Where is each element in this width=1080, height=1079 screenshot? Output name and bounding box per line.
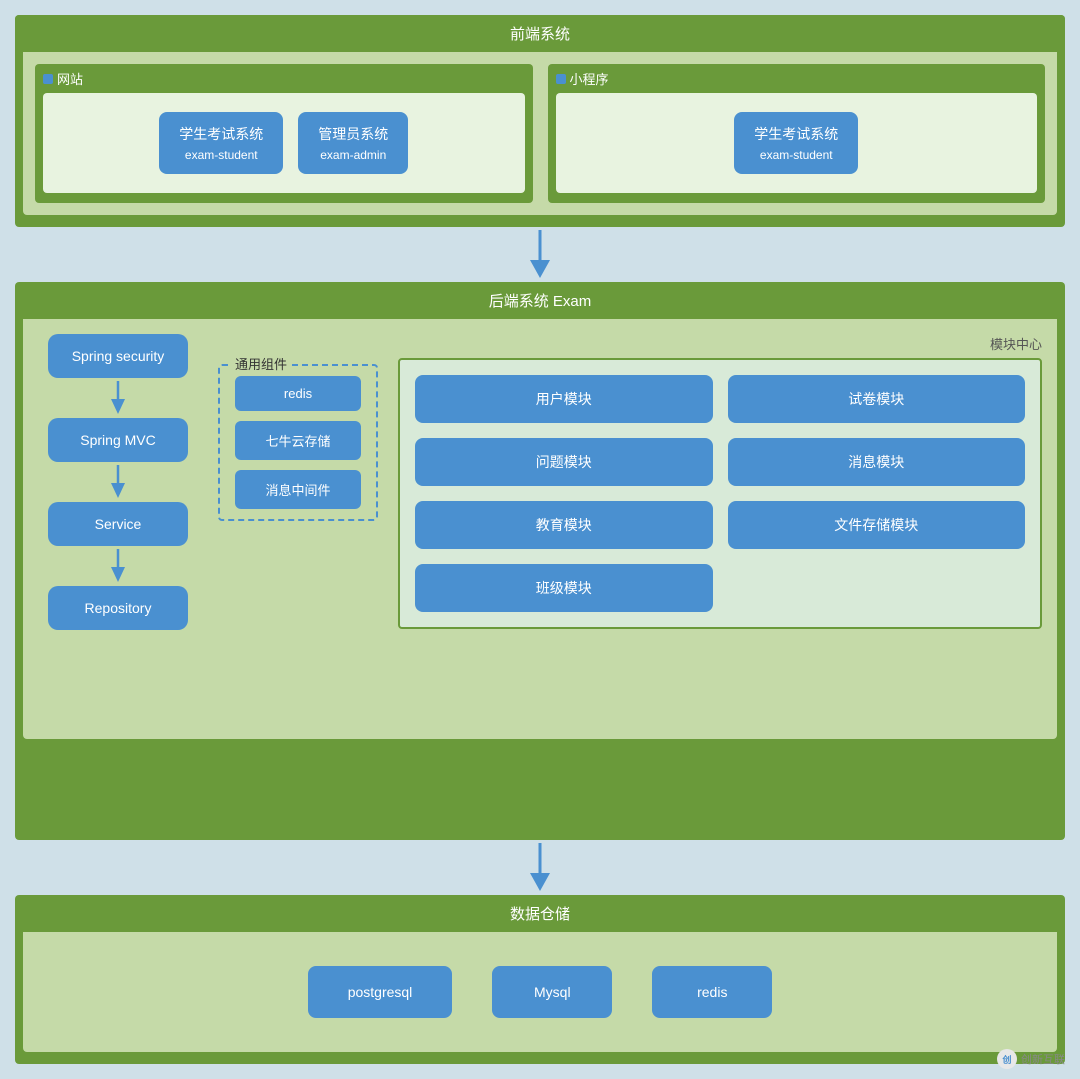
flow-arrow-1 (108, 378, 128, 418)
service-box: Service (48, 502, 188, 546)
module-center: 模块中心 用户模块 试卷模块 问题模块 消息模块 教育模块 文件存储模块 班级模… (398, 334, 1042, 724)
data-body: postgresql Mysql redis (23, 932, 1057, 1052)
backend-title: 后端系统 Exam (15, 282, 1065, 319)
arrow-backend-data (15, 840, 1065, 895)
frontend-title: 前端系统 (15, 15, 1065, 52)
website-subsystem: 网站 学生考试系统 exam-student 管理员系统 exam-admin (35, 64, 533, 203)
redis-item: redis (235, 376, 361, 411)
spring-mvc-box: Spring MVC (48, 418, 188, 462)
common-label: 通用组件 (230, 354, 292, 373)
website-dot (43, 74, 53, 84)
flow-arrow-2 (108, 462, 128, 502)
message-module: 消息模块 (728, 438, 1026, 486)
frontend-section: 前端系统 网站 学生考试系统 exam-student 管理员系统 exam-a… (15, 15, 1065, 227)
watermark-icon: 创 (997, 1049, 1017, 1069)
repository-box: Repository (48, 586, 188, 630)
education-module: 教育模块 (415, 501, 713, 549)
miniapp-body: 学生考试系统 exam-student (556, 93, 1038, 193)
question-module: 问题模块 (415, 438, 713, 486)
mysql-box: Mysql (492, 966, 612, 1018)
watermark-text: 创新互联 (1021, 1051, 1065, 1067)
exam-module: 试卷模块 (728, 375, 1026, 423)
data-title: 数据仓储 (15, 895, 1065, 932)
module-center-label: 模块中心 (398, 334, 1042, 353)
user-module: 用户模块 (415, 375, 713, 423)
miniapp-dot (556, 74, 566, 84)
data-redis-box: redis (652, 966, 772, 1018)
postgresql-box: postgresql (308, 966, 453, 1018)
filestorage-module: 文件存储模块 (728, 501, 1026, 549)
qiniu-item: 七牛云存储 (235, 421, 361, 460)
data-section: 数据仓储 postgresql Mysql redis (15, 895, 1065, 1064)
flow-arrow-3 (108, 546, 128, 586)
mq-item: 消息中间件 (235, 470, 361, 509)
miniapp-subsystem: 小程序 学生考试系统 exam-student (548, 64, 1046, 203)
flow-column: Spring security Spring MVC Service (38, 334, 198, 724)
miniapp-exam-student-box: 学生考试系统 exam-student (734, 112, 858, 174)
common-components: 通用组件 redis 七牛云存储 消息中间件 (218, 364, 378, 521)
module-grid-container: 用户模块 试卷模块 问题模块 消息模块 教育模块 文件存储模块 班级模块 (398, 358, 1042, 629)
miniapp-label: 小程序 (570, 69, 609, 88)
watermark: 创 创新互联 (997, 1049, 1065, 1069)
spring-security-box: Spring security (48, 334, 188, 378)
backend-body: Spring security Spring MVC Service (23, 319, 1057, 739)
backend-section: 后端系统 Exam Spring security Spring MVC (15, 282, 1065, 840)
website-label: 网站 (57, 69, 83, 88)
website-body: 学生考试系统 exam-student 管理员系统 exam-admin (43, 93, 525, 193)
class-module: 班级模块 (415, 564, 713, 612)
exam-admin-box: 管理员系统 exam-admin (298, 112, 408, 174)
frontend-body: 网站 学生考试系统 exam-student 管理员系统 exam-admin (23, 52, 1057, 215)
exam-student-box: 学生考试系统 exam-student (159, 112, 283, 174)
arrow-frontend-backend (15, 227, 1065, 282)
module-grid: 用户模块 试卷模块 问题模块 消息模块 教育模块 文件存储模块 班级模块 (415, 375, 1025, 612)
main-wrapper: 前端系统 网站 学生考试系统 exam-student 管理员系统 exam-a… (0, 0, 1080, 1079)
